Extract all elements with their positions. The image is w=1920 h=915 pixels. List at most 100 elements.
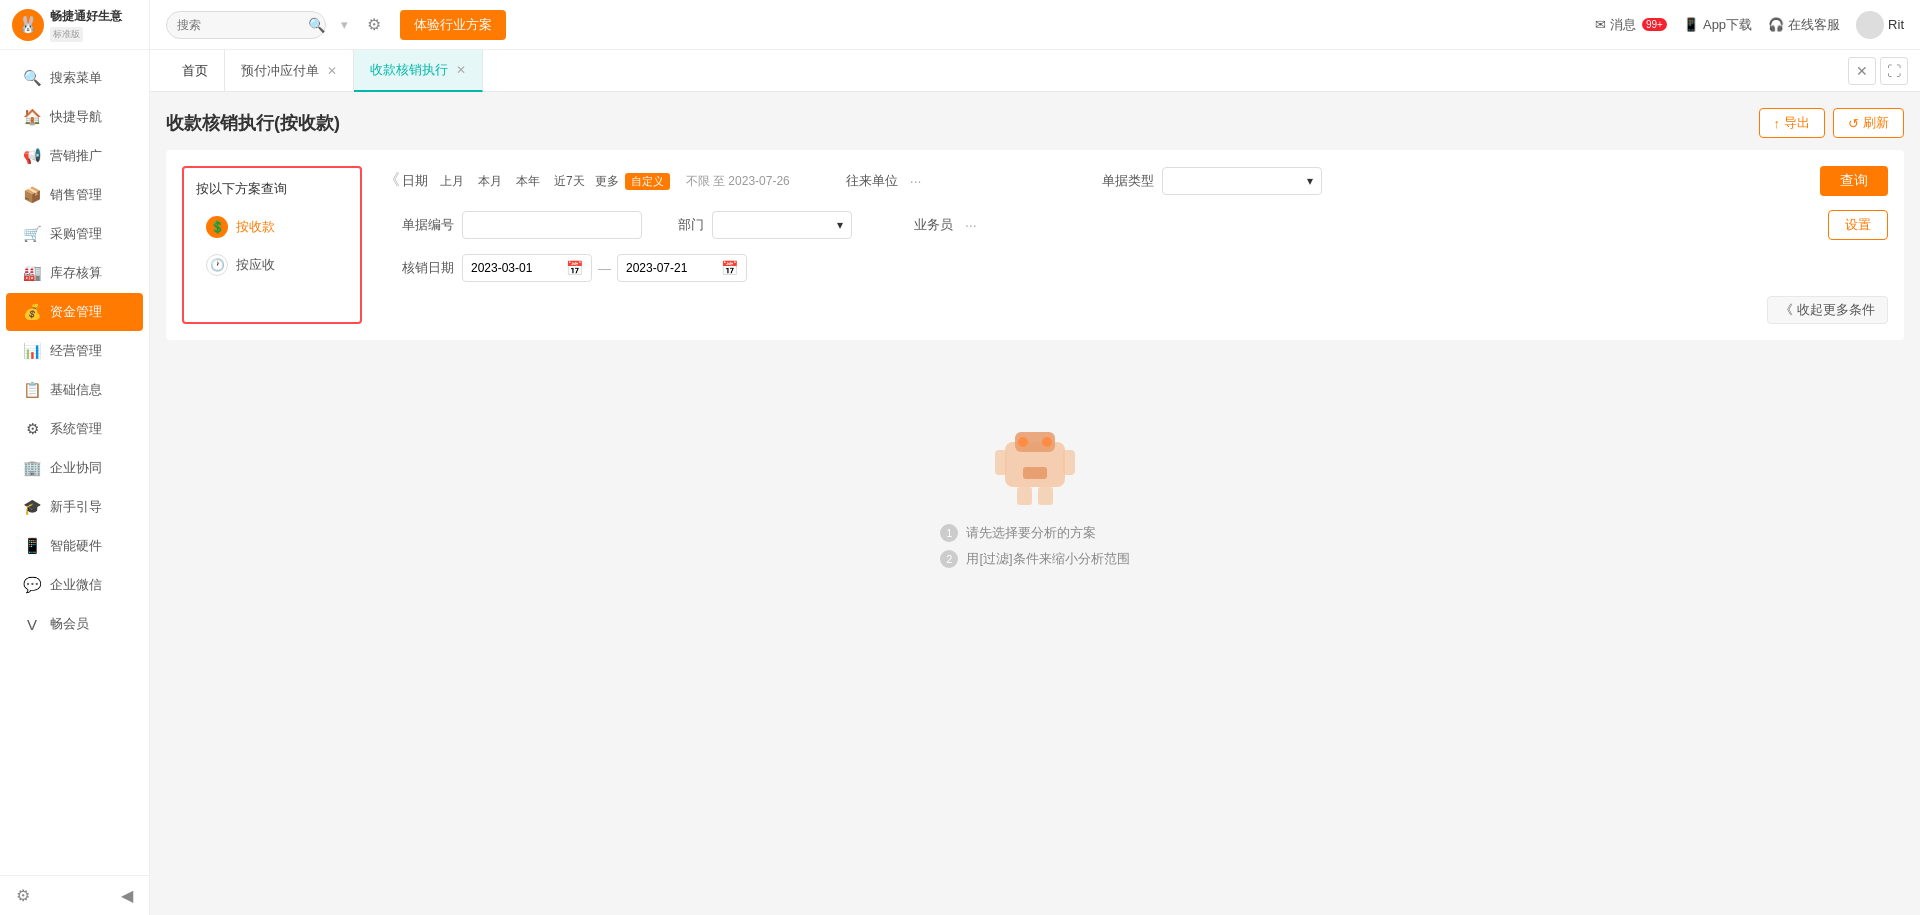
refresh-icon: ↺ [1848, 116, 1859, 131]
message-button[interactable]: ✉ 消息 99+ [1595, 16, 1667, 34]
collapse-more-button[interactable]: 《 收起更多条件 [1767, 296, 1888, 324]
doctype-label: 单据类型 [1102, 172, 1154, 190]
staff-input[interactable]: ··· [961, 217, 981, 233]
guide-icon: 🎓 [22, 498, 42, 516]
filter-receivable-label: 按应收 [236, 256, 275, 274]
doctype-dropdown-icon: ▾ [1307, 174, 1313, 188]
topbar-dropdown-icon[interactable]: ▾ [341, 17, 348, 32]
solution-button[interactable]: 体验行业方案 [400, 10, 506, 40]
tab-home[interactable]: 首页 [166, 50, 225, 92]
sidebar-item-label: 快捷导航 [50, 108, 102, 126]
docno-input[interactable] [462, 211, 642, 239]
finance-icon: 💰 [22, 303, 42, 321]
query-button[interactable]: 查询 [1820, 166, 1888, 196]
sidebar-item-member[interactable]: V 畅会员 [6, 605, 143, 643]
collapse-up-icon: 《 [1780, 301, 1793, 319]
topbar-search-input[interactable] [166, 11, 326, 39]
filter-row-2: 单据编号 部门 ▾ 业务员 ··· [402, 210, 1888, 240]
quick-nav-icon: 🏠 [22, 108, 42, 126]
tab-maximize-btn[interactable]: ⛶ [1880, 57, 1908, 85]
tab-advance-pay[interactable]: 预付冲应付单 ✕ [225, 50, 354, 92]
app-download-button[interactable]: 📱 App下载 [1683, 16, 1752, 34]
tab-receipt-verify[interactable]: 收款核销执行 ✕ [354, 50, 483, 92]
online-service-button[interactable]: 🎧 在线客服 [1768, 16, 1840, 34]
verify-date-range: 2023-03-01 📅 — 2023-07-21 📅 [462, 254, 747, 282]
sidebar-item-sales[interactable]: 📦 销售管理 [6, 176, 143, 214]
verify-date-start-input[interactable]: 2023-03-01 📅 [462, 254, 592, 282]
export-icon: ↑ [1774, 116, 1781, 131]
date-this-month[interactable]: 本月 [474, 171, 506, 192]
sidebar-item-wechat[interactable]: 💬 企业微信 [6, 566, 143, 604]
footer-collapse-icon[interactable]: ◀ [121, 886, 133, 905]
user-profile[interactable]: Rit [1856, 11, 1904, 39]
collapse-left-btn[interactable]: 《 [382, 166, 402, 324]
date-no-limit-group: 不限 至 2023-07-26 [686, 173, 790, 190]
date-no-limit-text: 不限 至 2023-07-26 [686, 173, 790, 190]
svg-point-2 [1018, 437, 1028, 447]
tab-close-window-btn[interactable]: ✕ [1848, 57, 1876, 85]
date-this-year[interactable]: 本年 [512, 171, 544, 192]
sales-icon: 📦 [22, 186, 42, 204]
filter-dept-field: 部门 ▾ [678, 211, 878, 239]
date-7days[interactable]: 近7天 [550, 171, 589, 192]
dept-select[interactable]: ▾ [712, 211, 852, 239]
sidebar-item-label: 营销推广 [50, 147, 102, 165]
counterpart-input[interactable]: ··· [906, 173, 926, 189]
sidebar-item-hardware[interactable]: 📱 智能硬件 [6, 527, 143, 565]
sidebar-item-label: 企业微信 [50, 576, 102, 594]
message-badge: 99+ [1642, 18, 1667, 31]
sidebar-item-basic[interactable]: 📋 基础信息 [6, 371, 143, 409]
export-button[interactable]: ↑ 导出 [1759, 108, 1826, 138]
sidebar-item-label: 采购管理 [50, 225, 102, 243]
system-icon: ⚙ [22, 420, 42, 438]
date-more-btn[interactable]: 更多 [595, 173, 619, 190]
hint-num-2: 2 [940, 550, 958, 568]
filter-docno-field: 单据编号 [402, 211, 642, 239]
hardware-icon: 📱 [22, 537, 42, 555]
date-last-month[interactable]: 上月 [436, 171, 468, 192]
empty-robot-illustration [985, 412, 1085, 512]
wechat-icon: 💬 [22, 576, 42, 594]
logo-rabbit-icon: 🐰 [18, 15, 38, 34]
sidebar-item-purchase[interactable]: 🛒 采购管理 [6, 215, 143, 253]
settings-button[interactable]: 设置 [1828, 210, 1888, 240]
sidebar-item-system[interactable]: ⚙ 系统管理 [6, 410, 143, 448]
filter-option-by-receipt[interactable]: 💲 按收款 [196, 208, 348, 246]
empty-hints: 1 请先选择要分析的方案 2 用[过滤]条件来缩小分析范围 [940, 524, 1129, 568]
filter-panel: 按以下方案查询 💲 按收款 🕐 按应收 《 [166, 150, 1904, 340]
sidebar-item-inventory[interactable]: 🏭 库存核算 [6, 254, 143, 292]
sidebar-item-enterprise[interactable]: 🏢 企业协同 [6, 449, 143, 487]
calendar-end-icon: 📅 [721, 260, 738, 276]
svg-rect-6 [1063, 450, 1075, 475]
logo-icon: 🐰 [12, 9, 44, 41]
counterpart-label: 往来单位 [846, 172, 898, 190]
verify-date-end-input[interactable]: 2023-07-21 📅 [617, 254, 747, 282]
topbar-gear-icon[interactable]: ⚙ [360, 11, 388, 39]
sidebar-item-finance[interactable]: 💰 资金管理 [6, 293, 143, 331]
sidebar-item-label: 系统管理 [50, 420, 102, 438]
footer-settings-icon[interactable]: ⚙ [16, 886, 30, 905]
sidebar-item-operation[interactable]: 📊 经营管理 [6, 332, 143, 370]
online-service-label: 在线客服 [1788, 16, 1840, 34]
basic-icon: 📋 [22, 381, 42, 399]
tab-receipt-verify-close[interactable]: ✕ [456, 63, 466, 77]
main-area: 🔍 ▾ ⚙ 体验行业方案 ✉ 消息 99+ 📱 App下载 🎧 在线客服 Rit [150, 0, 1920, 915]
doctype-select[interactable]: ▾ [1162, 167, 1322, 195]
sidebar-item-quick-nav[interactable]: 🏠 快捷导航 [6, 98, 143, 136]
sidebar-item-guide[interactable]: 🎓 新手引导 [6, 488, 143, 526]
refresh-button[interactable]: ↺ 刷新 [1833, 108, 1904, 138]
filter-receivable-icon: 🕐 [206, 254, 228, 276]
page-actions: ↑ 导出 ↺ 刷新 [1759, 108, 1905, 138]
query-button-group: 查询 [1820, 166, 1888, 196]
filter-option-by-receivable[interactable]: 🕐 按应收 [196, 246, 348, 284]
message-label: 消息 [1610, 16, 1636, 34]
hint-num-1: 1 [940, 524, 958, 542]
filter-right-panel: 日期 上月 本月 本年 近7天 更多 自定义 不限 至 2023-07-26 [402, 166, 1888, 324]
sidebar-item-search[interactable]: 🔍 搜索菜单 [6, 59, 143, 97]
date-custom-badge[interactable]: 自定义 [625, 173, 670, 190]
tab-receipt-verify-label: 收款核销执行 [370, 61, 448, 79]
sidebar-item-marketing[interactable]: 📢 营销推广 [6, 137, 143, 175]
tab-advance-pay-close[interactable]: ✕ [327, 64, 337, 78]
content-area: 收款核销执行(按收款) ↑ 导出 ↺ 刷新 按以下方案查询 💲 按收款 [150, 92, 1920, 915]
staff-label: 业务员 [914, 216, 953, 234]
